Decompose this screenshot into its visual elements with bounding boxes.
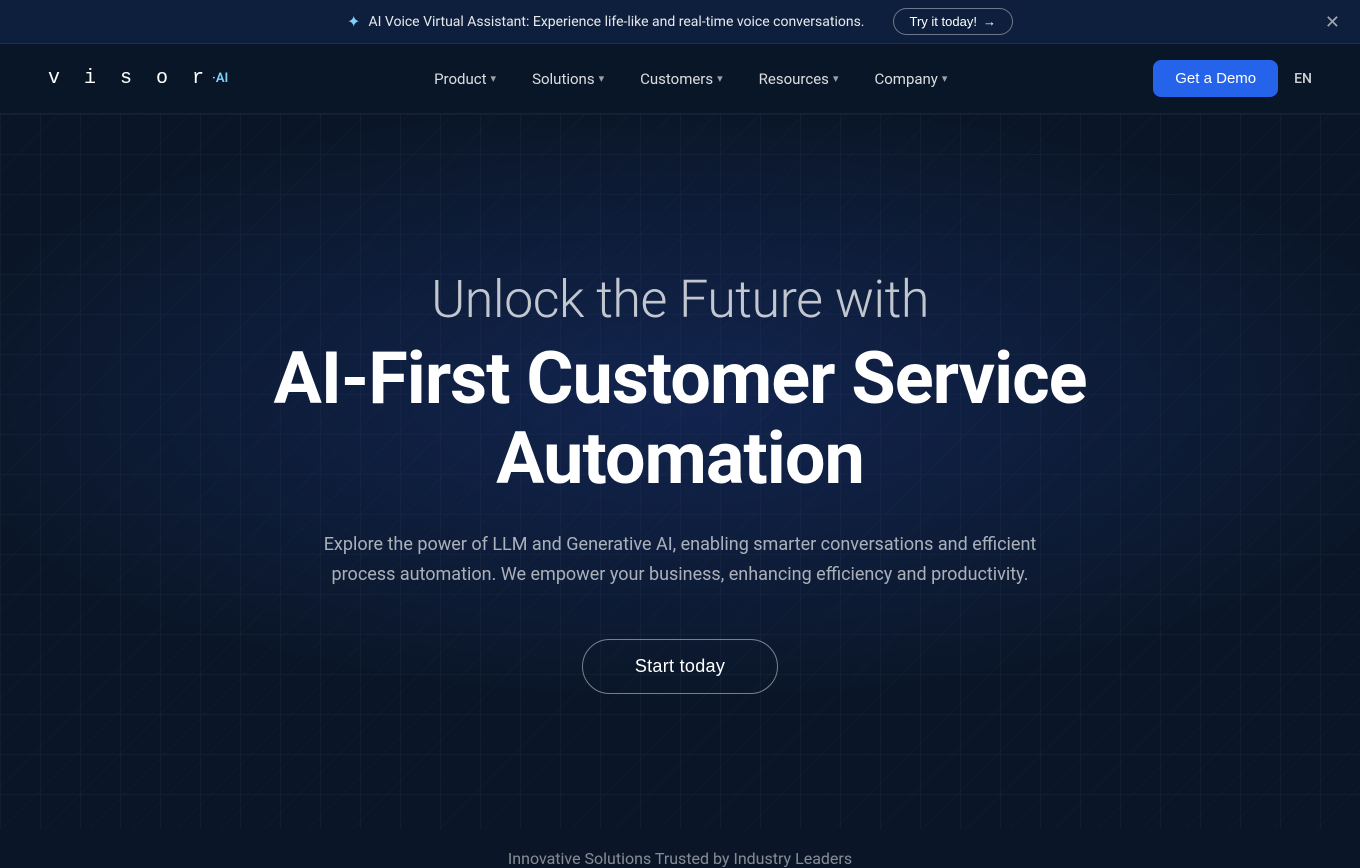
nav-item-company[interactable]: Company ▾ [860, 62, 961, 96]
nav-item-product[interactable]: Product ▾ [420, 62, 510, 96]
hero-subtitle: Unlock the Future with [230, 269, 1130, 331]
try-it-button[interactable]: Try it today! → [893, 8, 1013, 35]
chevron-down-icon-solutions: ▾ [599, 72, 605, 85]
arrow-icon: → [983, 14, 996, 29]
nav-label-product: Product [434, 70, 486, 88]
get-demo-button[interactable]: Get a Demo [1153, 60, 1278, 97]
hero-title: AI-First Customer Service Automation [230, 339, 1130, 497]
hero-description: Explore the power of LLM and Generative … [320, 530, 1040, 591]
chevron-down-icon-company: ▾ [942, 72, 948, 85]
start-today-button[interactable]: Start today [582, 639, 778, 694]
logo-text: v i s o r [48, 67, 210, 90]
nav-label-customers: Customers [640, 70, 713, 88]
language-selector[interactable]: EN [1294, 71, 1312, 87]
chevron-down-icon-customers: ▾ [717, 72, 723, 85]
nav-label-solutions: Solutions [532, 70, 595, 88]
nav-actions: Get a Demo EN [1153, 60, 1312, 97]
announcement-text: AI Voice Virtual Assistant: Experience l… [368, 14, 864, 30]
nav-item-resources[interactable]: Resources ▾ [745, 62, 853, 96]
nav-label-company: Company [874, 70, 937, 88]
announcement-bar: ✦ AI Voice Virtual Assistant: Experience… [0, 0, 1360, 44]
logo-ai-suffix: ·AI [212, 71, 228, 86]
announcement-content: ✦ AI Voice Virtual Assistant: Experience… [347, 8, 1013, 35]
close-announcement-button[interactable]: ✕ [1325, 13, 1340, 31]
nav-item-solutions[interactable]: Solutions ▾ [518, 62, 618, 96]
try-it-label: Try it today! [910, 14, 977, 29]
trusted-section: Innovative Solutions Trusted by Industry… [0, 829, 1360, 868]
navbar: v i s o r ·AI Product ▾ Solutions ▾ Cust… [0, 44, 1360, 114]
sparkle-icon: ✦ [347, 12, 360, 31]
nav-label-resources: Resources [759, 70, 829, 88]
chevron-down-icon-product: ▾ [491, 72, 497, 85]
nav-item-customers[interactable]: Customers ▾ [626, 62, 737, 96]
hero-section: Unlock the Future with AI-First Customer… [0, 114, 1360, 829]
nav-links: Product ▾ Solutions ▾ Customers ▾ Resour… [420, 62, 961, 96]
hero-content: Unlock the Future with AI-First Customer… [230, 269, 1130, 694]
logo[interactable]: v i s o r ·AI [48, 67, 228, 90]
chevron-down-icon-resources: ▾ [833, 72, 839, 85]
